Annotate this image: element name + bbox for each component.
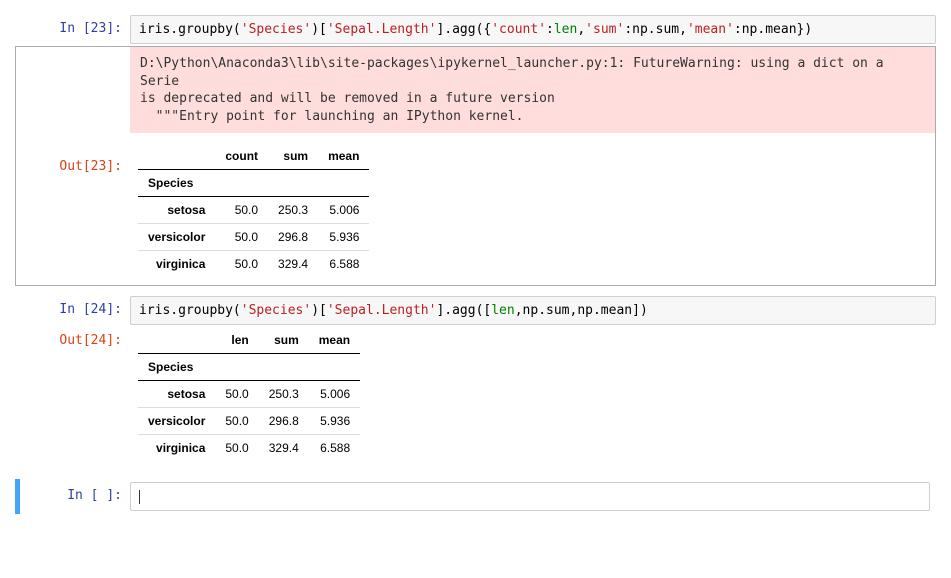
cursor-icon (139, 490, 140, 504)
table-row: versicolor 50.0 296.8 5.936 (138, 224, 369, 251)
code-input-24[interactable]: iris.groupby('Species')['Sepal.Length'].… (130, 296, 936, 325)
index-name: Species (138, 170, 215, 197)
input-prompt-24: In [24]: (15, 296, 130, 325)
code-input-23[interactable]: iris.groupby('Species')['Sepal.Length'].… (130, 15, 936, 44)
input-prompt-empty: In [ ]: (20, 482, 130, 511)
table-row: virginica 50.0 329.4 6.588 (138, 251, 369, 278)
output-prompt-23: Out[23]: (59, 159, 122, 174)
dataframe-table-23: count sum mean Species setosa 50.0 250.3… (138, 143, 369, 277)
index-name: Species (138, 354, 215, 381)
input-prompt-23: In [23]: (15, 15, 130, 44)
col-header: mean (309, 327, 360, 354)
dataframe-output-23: count sum mean Species setosa 50.0 250.3… (130, 133, 935, 285)
code-cell-empty[interactable]: In [ ]: (15, 479, 936, 514)
col-header: count (215, 143, 268, 170)
col-header: mean (318, 143, 369, 170)
code-input-empty[interactable] (130, 482, 930, 511)
warning-output-23: D:\Python\Anaconda3\lib\site-packages\ip… (130, 47, 935, 133)
table-row: versicolor 50.0 296.8 5.936 (138, 408, 360, 435)
code-cell-23: In [23]: iris.groupby('Species')['Sepal.… (15, 15, 936, 44)
table-row: setosa 50.0 250.3 5.006 (138, 197, 369, 224)
dataframe-table-24: len sum mean Species setosa 50.0 250.3 5… (138, 327, 360, 461)
table-row: setosa 50.0 250.3 5.006 (138, 381, 360, 408)
col-header: sum (259, 327, 309, 354)
output-prompt-24: Out[24]: (59, 333, 122, 348)
output-block-23: Out[23]: D:\Python\Anaconda3\lib\site-pa… (15, 46, 936, 286)
code-cell-24: In [24]: iris.groupby('Species')['Sepal.… (15, 296, 936, 325)
output-block-24: Out[24]: len sum mean Species setosa 50.… (15, 327, 936, 469)
table-row: virginica 50.0 329.4 6.588 (138, 435, 360, 462)
dataframe-output-24: len sum mean Species setosa 50.0 250.3 5… (130, 327, 936, 469)
col-header: len (215, 327, 258, 354)
col-header: sum (268, 143, 318, 170)
